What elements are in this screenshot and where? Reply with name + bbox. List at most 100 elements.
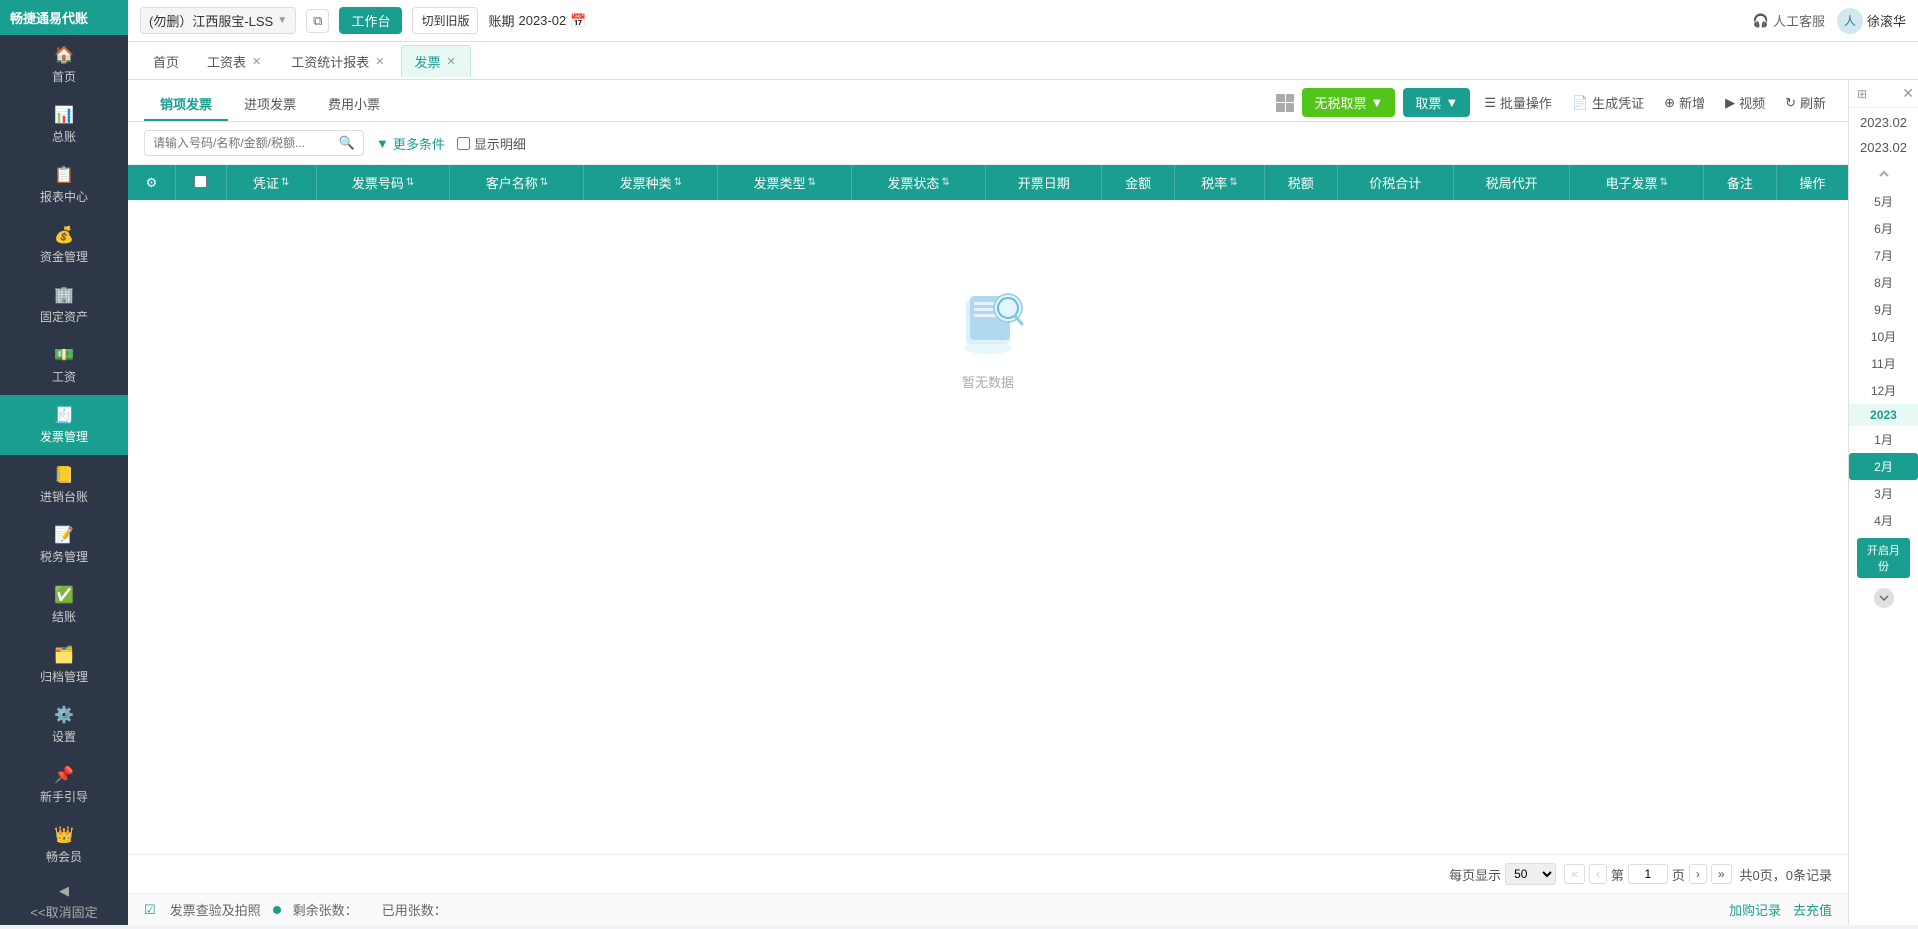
prev-page-btn[interactable]: ‹	[1589, 864, 1607, 884]
sidebar-item-fund[interactable]: 💰 资金管理	[0, 215, 128, 275]
date-month-1[interactable]: 1月	[1849, 426, 1918, 453]
service-icon: 🎧	[1753, 13, 1769, 29]
page-nav: « ‹ 第 页 › »	[1564, 864, 1731, 884]
empty-state-icon	[948, 280, 1028, 360]
th-invoice-type[interactable]: 发票类型 ⇅	[718, 165, 852, 200]
last-page-btn[interactable]: »	[1711, 864, 1732, 884]
date-item-2023-02-a[interactable]: 2023.02	[1849, 110, 1918, 135]
date-month-11[interactable]: 11月	[1849, 350, 1918, 377]
switch-old-btn[interactable]: 切到旧版	[412, 7, 478, 34]
sidebar-collapse-btn[interactable]: ◀ <<取消固定	[0, 875, 128, 929]
th-invoice-category[interactable]: 发票种类 ⇅	[584, 165, 718, 200]
batch-op-btn[interactable]: ☰ 批量操作	[1478, 89, 1558, 116]
th-tax-rate[interactable]: 税率 ⇅	[1174, 165, 1264, 200]
date-month-5[interactable]: 5月	[1849, 188, 1918, 215]
company-selector[interactable]: (勿删）江西服宝-LSS ▼	[140, 7, 296, 34]
sub-tab-purchase[interactable]: 进项发票	[228, 88, 312, 121]
sub-tab-expense[interactable]: 费用小票	[312, 88, 396, 121]
date-panel-close-icon[interactable]: ✕	[1902, 85, 1914, 102]
tab-invoice[interactable]: 发票 ✕	[401, 45, 470, 77]
th-settings[interactable]: ⚙	[128, 165, 175, 200]
user-btn[interactable]: 人 徐滚华	[1837, 8, 1906, 34]
th-remarks: 备注	[1704, 165, 1777, 200]
th-invoice-no[interactable]: 发票号码 ⇅	[316, 165, 450, 200]
next-page-btn[interactable]: ›	[1689, 864, 1707, 884]
date-month-10[interactable]: 10月	[1849, 323, 1918, 350]
date-month-2-active[interactable]: 2月	[1849, 453, 1918, 480]
sidebar-item-guide[interactable]: 📌 新手引导	[0, 755, 128, 815]
gen-voucher-btn[interactable]: 📄 生成凭证	[1566, 89, 1650, 116]
sub-tab-sales[interactable]: 销项发票	[144, 88, 228, 121]
show-detail-checkbox-wrap[interactable]: 显示明细	[457, 134, 526, 153]
grid-icon-btn[interactable]	[1276, 94, 1294, 112]
th-voucher[interactable]: 凭证 ⇅	[226, 165, 316, 200]
workbench-btn[interactable]: 工作台	[339, 7, 402, 34]
first-page-btn[interactable]: «	[1564, 864, 1585, 884]
no-tax-ticket-btn[interactable]: 无税取票 ▼	[1302, 88, 1395, 117]
refresh-btn[interactable]: ↻ 刷新	[1779, 89, 1832, 116]
sidebar-item-sales-ledger[interactable]: 📒 进销台账	[0, 455, 128, 515]
gen-voucher-icon: 📄	[1572, 95, 1588, 111]
per-page-dropdown[interactable]: 50 100 200	[1505, 863, 1556, 885]
date-panel-up-btn[interactable]	[1849, 160, 1918, 188]
open-period-btn[interactable]: 开启月份	[1857, 538, 1910, 578]
page-input[interactable]	[1628, 864, 1668, 884]
tab-home[interactable]: 首页	[140, 45, 192, 77]
date-month-4[interactable]: 4月	[1849, 507, 1918, 534]
th-customer[interactable]: 客户名称 ⇅	[450, 165, 584, 200]
status-dot	[273, 906, 281, 914]
tab-salary[interactable]: 工资表 ✕	[194, 45, 276, 77]
sidebar-item-archive[interactable]: 🗂️ 归档管理	[0, 635, 128, 695]
purchase-record-link[interactable]: 加购记录	[1729, 900, 1781, 919]
th-checkbox[interactable]	[175, 165, 226, 200]
sidebar-item-member[interactable]: 👑 畅会员	[0, 815, 128, 875]
app-logo-text: 畅捷通易代账	[10, 8, 88, 27]
sort-customer-icon: ⇅	[540, 177, 548, 188]
copy-icon-btn[interactable]: ⧉	[306, 9, 329, 33]
service-btn[interactable]: 🎧 人工客服	[1753, 11, 1825, 30]
sidebar-item-invoice[interactable]: 🧾 发票管理	[0, 395, 128, 455]
sidebar-item-report[interactable]: 📋 报表中心	[0, 155, 128, 215]
sidebar-item-ledger[interactable]: 📊 总账	[0, 95, 128, 155]
date-month-8[interactable]: 8月	[1849, 269, 1918, 296]
take-ticket-btn[interactable]: 取票 ▼	[1403, 88, 1470, 117]
date-month-7[interactable]: 7月	[1849, 242, 1918, 269]
filter-btn[interactable]: ▼ 更多条件	[376, 134, 445, 153]
new-icon: ⊕	[1664, 95, 1675, 111]
th-e-invoice[interactable]: 电子发票 ⇅	[1570, 165, 1704, 200]
tab-home-label: 首页	[153, 52, 179, 71]
new-btn[interactable]: ⊕ 新增	[1658, 89, 1711, 116]
date-month-9[interactable]: 9月	[1849, 296, 1918, 323]
date-item-2023-02-b[interactable]: 2023.02	[1849, 135, 1918, 160]
tab-salary-report[interactable]: 工资统计报表 ✕	[278, 45, 399, 77]
tab-salary-close-btn[interactable]: ✕	[250, 54, 263, 69]
table-header-row: ⚙ 凭证 ⇅	[128, 165, 1848, 200]
search-input[interactable]	[153, 136, 335, 150]
select-all-checkbox[interactable]	[194, 175, 207, 188]
period-info: 账期 2023-02 📅	[488, 11, 586, 30]
date-month-12[interactable]: 12月	[1849, 377, 1918, 404]
show-detail-checkbox[interactable]	[457, 137, 470, 150]
circle-down-icon[interactable]	[1874, 588, 1894, 608]
date-month-3[interactable]: 3月	[1849, 480, 1918, 507]
sidebar-item-tax[interactable]: 📝 税务管理	[0, 515, 128, 575]
sidebar-item-fixed-assets[interactable]: 🏢 固定资产	[0, 275, 128, 335]
sidebar-item-settings[interactable]: ⚙️ 设置	[0, 695, 128, 755]
date-panel-expand-icon[interactable]: ⊞	[1857, 87, 1867, 101]
search-input-wrap[interactable]: 🔍	[144, 130, 364, 156]
sidebar-item-salary[interactable]: 💵 工资	[0, 335, 128, 395]
period-value: 2023-02	[518, 13, 566, 28]
recharge-link[interactable]: 去充值	[1793, 900, 1832, 919]
settings-col-icon: ⚙	[146, 175, 158, 190]
video-btn[interactable]: ▶ 视频	[1719, 89, 1771, 116]
date-panel-down-btn[interactable]	[1849, 582, 1918, 614]
user-avatar: 人	[1837, 8, 1863, 34]
tab-salary-report-close-btn[interactable]: ✕	[373, 54, 386, 69]
sidebar-item-checkout[interactable]: ✅ 结账	[0, 575, 128, 635]
date-month-6[interactable]: 6月	[1849, 215, 1918, 242]
sidebar-item-home[interactable]: 🏠 首页	[0, 35, 128, 95]
tab-salary-label: 工资表	[207, 52, 246, 71]
th-invoice-status[interactable]: 发票状态 ⇅	[852, 165, 986, 200]
tab-invoice-label: 发票	[414, 52, 440, 71]
tab-invoice-close-btn[interactable]: ✕	[445, 54, 458, 69]
